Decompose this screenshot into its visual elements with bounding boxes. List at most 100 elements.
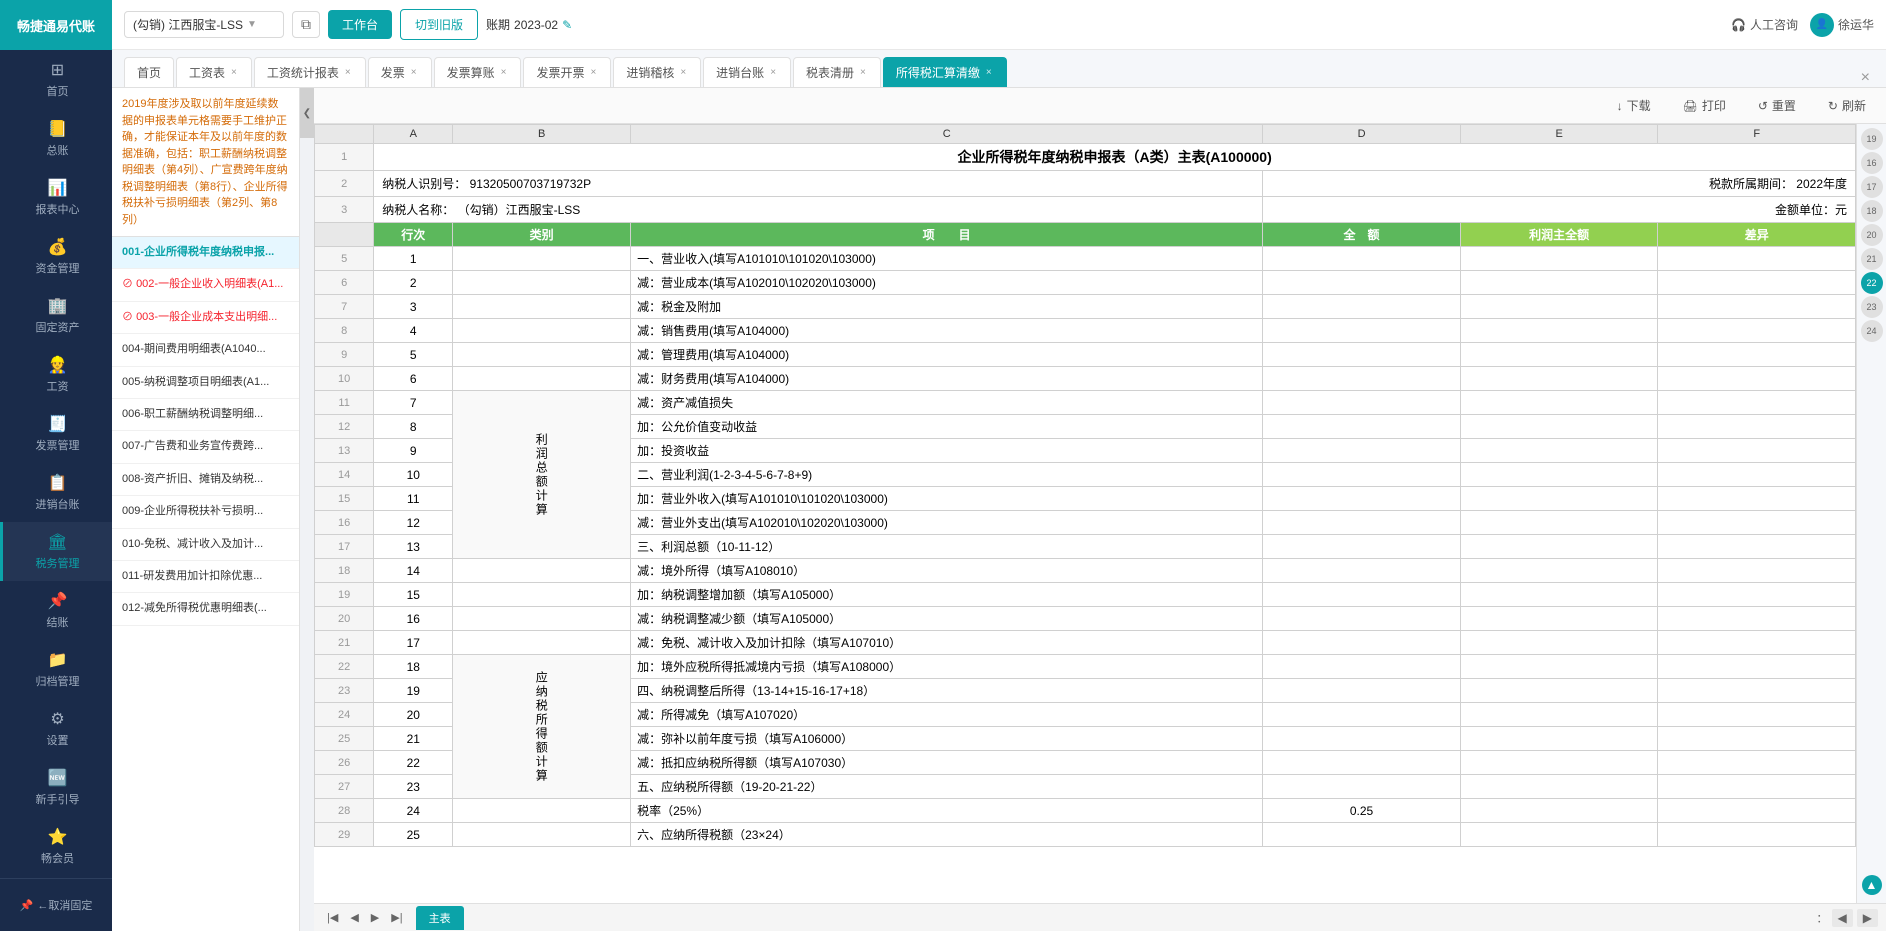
tab-invoice-open-label: 发票开票 (536, 64, 584, 81)
tab-invoice-calc-close[interactable]: × (499, 67, 509, 78)
switch-version-button[interactable]: 切到旧版 (400, 9, 478, 40)
year-2017[interactable]: 17 (1861, 176, 1883, 198)
form-list-item-012[interactable]: 012-减免所得税优惠明细表(... (112, 593, 299, 625)
print-button[interactable]: 🖨 打印 (1675, 93, 1734, 118)
purchase-sales-icon: 📋 (48, 473, 68, 493)
year-2019[interactable]: 19 (1861, 128, 1883, 150)
table-row: 18 14 减：境外所得（填写A108010） (315, 559, 1856, 583)
customer-service[interactable]: 🎧 人工咨询 (1731, 16, 1798, 33)
col-header-c: C (631, 125, 1263, 144)
table-row: 8 4 减：销售费用(填写A104000) (315, 319, 1856, 343)
form-list-item-005[interactable]: 005-纳税调整项目明细表(A1... (112, 367, 299, 399)
close-period-icon: 📌 (48, 591, 68, 611)
tab-tax-list-close[interactable]: × (858, 67, 868, 78)
form-list-item-008[interactable]: 008-资产折旧、摊销及纳税... (112, 464, 299, 496)
year-2021[interactable]: 21 (1861, 248, 1883, 270)
user-profile[interactable]: 👤 徐运华 (1810, 13, 1874, 37)
tab-payroll[interactable]: 工资表 × (176, 57, 252, 87)
tab-invoice-close[interactable]: × (409, 67, 419, 78)
expand-timeline-icon[interactable]: ▲ (1862, 875, 1882, 895)
tab-invoice[interactable]: 发票 × (368, 57, 432, 87)
bottom-tab-main[interactable]: 主表 (416, 906, 464, 930)
sidebar-item-reports[interactable]: 📊 报表中心 (0, 168, 112, 227)
tab-purchase-audit-label: 进销稽核 (626, 64, 674, 81)
year-2022[interactable]: 22 (1861, 272, 1883, 294)
tab-invoice-calc[interactable]: 发票算账 × (434, 57, 522, 87)
pin-icon: 📌 (20, 899, 34, 912)
sidebar-item-finance[interactable]: 💰 资金管理 (0, 227, 112, 286)
nav-next-icon[interactable]: ▶ (366, 909, 384, 926)
scroll-left-icon[interactable]: ◀ (1832, 909, 1853, 927)
sidebar-item-payroll[interactable]: 👷 工资 (0, 345, 112, 404)
close-all-icon[interactable]: × (1861, 69, 1870, 87)
tab-invoice-open[interactable]: 发票开票 × (523, 57, 611, 87)
invoices-icon: 🧾 (48, 414, 68, 434)
refresh-button[interactable]: ↻ 刷新 (1820, 93, 1874, 118)
user-name: 徐运华 (1838, 16, 1874, 33)
tab-home[interactable]: 首页 (124, 57, 174, 87)
sheet-title: 企业所得税年度纳税申报表（A类）主表(A100000) (374, 144, 1856, 171)
year-2018[interactable]: 18 (1861, 200, 1883, 222)
nav-first-icon[interactable]: |◀ (322, 909, 343, 926)
sidebar-item-guide[interactable]: 🆕 新手引导 (0, 758, 112, 817)
table-row: 3 纳税人名称： （勾销）江西服宝-LSS 金额单位：元 (315, 197, 1856, 223)
sidebar-item-member[interactable]: ⭐ 畅会员 (0, 817, 112, 876)
workbench-button[interactable]: 工作台 (328, 10, 392, 39)
tab-home-label: 首页 (137, 64, 161, 81)
tab-payroll-stats[interactable]: 工资统计报表 × (254, 57, 366, 87)
sidebar-item-ledger[interactable]: 📒 总账 (0, 109, 112, 168)
sidebar-item-settings[interactable]: ⚙ 设置 (0, 699, 112, 758)
year-2016[interactable]: 16 (1861, 152, 1883, 174)
tab-purchase-ledger-close[interactable]: × (768, 67, 778, 78)
tab-income-tax-label: 所得税汇算清缴 (896, 64, 980, 81)
col-header-e: E (1460, 125, 1658, 144)
tab-payroll-stats-close[interactable]: × (343, 67, 353, 78)
company-name: (勾销) 江西服宝-LSS (133, 16, 243, 33)
form-list-item-004[interactable]: 004-期间费用明细表(A1040... (112, 334, 299, 366)
year-2023[interactable]: 23 (1861, 296, 1883, 318)
sidebar-item-home[interactable]: ⊞ 首页 (0, 50, 112, 109)
sidebar-item-archive[interactable]: 📁 归档管理 (0, 640, 112, 699)
tab-invoice-open-close[interactable]: × (588, 67, 598, 78)
tab-income-tax[interactable]: 所得税汇算清缴 × (883, 57, 1007, 87)
year-2020[interactable]: 20 (1861, 224, 1883, 246)
print-icon: 🖨 (1683, 99, 1698, 113)
edit-period-icon[interactable]: ✎ (562, 18, 572, 32)
timeline-panel: 19 16 17 18 20 21 22 23 24 ▲ (1856, 124, 1886, 903)
form-list-item-002[interactable]: ⊘ 002-一般企业收入明细表(A1... (112, 269, 299, 301)
tab-purchase-ledger-label: 进销台账 (716, 64, 764, 81)
form-list-item-003[interactable]: ⊘ 003-一般企业成本支出明细... (112, 302, 299, 334)
header-category: 类别 (453, 223, 631, 247)
scroll-right-icon[interactable]: ▶ (1857, 909, 1878, 927)
sidebar-item-close[interactable]: 📌 结账 (0, 581, 112, 640)
tab-purchase-ledger[interactable]: 进销台账 × (703, 57, 791, 87)
col-header-rownum (315, 125, 374, 144)
unpin-button[interactable]: 📌 ←取消固定 (0, 889, 112, 921)
sidebar-item-invoices[interactable]: 🧾 发票管理 (0, 404, 112, 463)
reset-button[interactable]: ↺ 重置 (1750, 93, 1804, 118)
sidebar-item-purchase-sales[interactable]: 📋 进销台账 (0, 463, 112, 522)
tab-purchase-audit-close[interactable]: × (678, 67, 688, 78)
form-list-item-007[interactable]: 007-广告费和业务宣传费跨... (112, 431, 299, 463)
download-button[interactable]: ↓ 下载 (1609, 93, 1659, 118)
company-selector[interactable]: (勾销) 江西服宝-LSS ▼ (124, 11, 284, 38)
table-row: 29 25 六、应纳所得税额（23×24） (315, 823, 1856, 847)
headset-icon: 🎧 (1731, 18, 1746, 32)
sidebar-item-tax[interactable]: 🏛 税务管理 (0, 522, 112, 581)
form-list-item-011[interactable]: 011-研发费用加计扣除优惠... (112, 561, 299, 593)
sidebar-item-assets[interactable]: 🏢 固定资产 (0, 286, 112, 345)
tab-tax-list[interactable]: 税表清册 × (793, 57, 881, 87)
form-list-item-010[interactable]: 010-免税、减计收入及加计... (112, 529, 299, 561)
form-list-item-006[interactable]: 006-职工薪酬纳税调整明细... (112, 399, 299, 431)
header-item: 项 目 (631, 223, 1263, 247)
tab-purchase-audit[interactable]: 进销稽核 × (613, 57, 701, 87)
tab-payroll-close[interactable]: × (229, 67, 239, 78)
nav-last-icon[interactable]: ▶| (386, 909, 407, 926)
collapse-panel-button[interactable]: ❮ (300, 88, 314, 138)
nav-prev-icon[interactable]: ◀ (345, 909, 363, 926)
year-2024[interactable]: 24 (1861, 320, 1883, 342)
form-list-item-001[interactable]: 001-企业所得税年度纳税申报... (112, 237, 299, 269)
tab-income-tax-close[interactable]: × (984, 67, 994, 78)
form-list-item-009[interactable]: 009-企业所得税扶补亏损明... (112, 496, 299, 528)
copy-button[interactable]: ⧉ (292, 11, 320, 38)
